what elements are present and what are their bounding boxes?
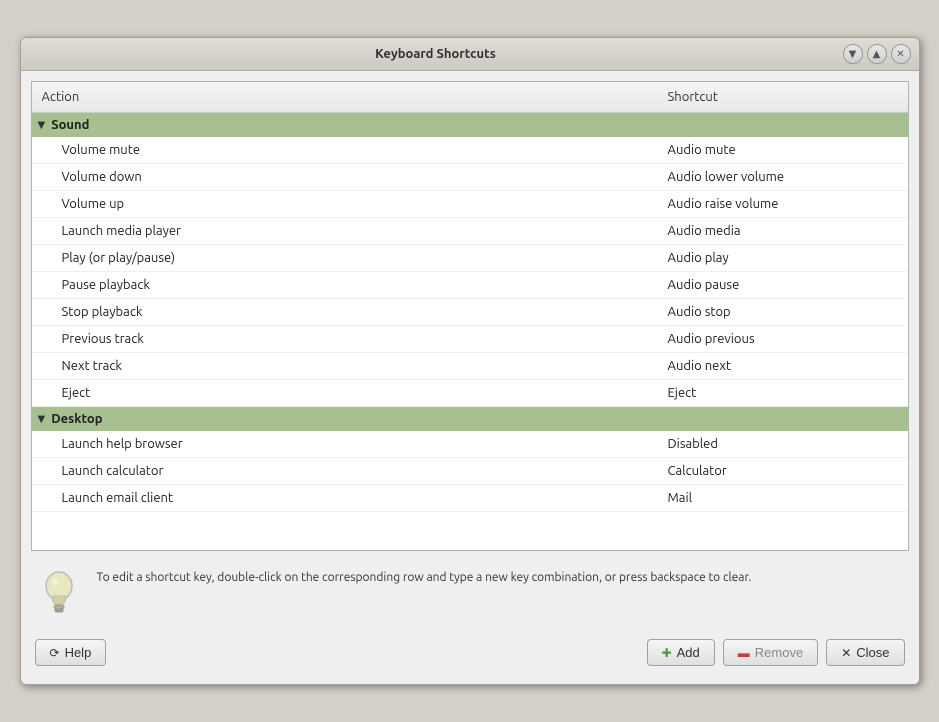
close-window-button[interactable]: ✕ — [891, 44, 911, 64]
action-label: Volume mute — [32, 141, 658, 159]
header-action: Action — [32, 86, 658, 108]
close-label: Close — [856, 645, 889, 660]
shortcut-label: Disabled — [658, 435, 908, 453]
help-label: Help — [65, 645, 92, 660]
info-section: To edit a shortcut key, double-click on … — [31, 561, 909, 625]
shortcut-label: Audio next — [658, 357, 908, 375]
shortcut-label: Audio raise volume — [658, 195, 908, 213]
action-label: Launch email client — [32, 489, 658, 507]
action-label: Play (or play/pause) — [32, 249, 658, 267]
shortcut-label: Audio play — [658, 249, 908, 267]
table-header: Action Shortcut — [32, 82, 908, 113]
remove-button[interactable]: ▬ Remove — [723, 639, 818, 666]
group-desktop[interactable]: ▼ Desktop — [32, 407, 908, 431]
shortcut-label: Mail — [658, 489, 908, 507]
lightbulb-icon — [39, 568, 79, 618]
header-shortcut: Shortcut — [658, 86, 908, 108]
info-text: To edit a shortcut key, double-click on … — [97, 569, 752, 587]
minimize-button[interactable]: ▼ — [843, 44, 863, 64]
table-row[interactable]: Volume down Audio lower volume — [32, 164, 908, 191]
table-row[interactable]: Eject Eject — [32, 380, 908, 407]
add-label: Add — [677, 645, 700, 660]
action-label: Previous track — [32, 330, 658, 348]
shortcut-label: Audio mute — [658, 141, 908, 159]
group-label-desktop: Desktop — [51, 412, 102, 426]
table-row[interactable]: Next track Audio next — [32, 353, 908, 380]
add-button[interactable]: ✚ Add — [647, 639, 715, 666]
close-icon: ✕ — [841, 646, 851, 660]
action-label: Launch calculator — [32, 462, 658, 480]
button-bar: ⟳ Help ✚ Add ▬ Remove ✕ Close — [31, 635, 909, 674]
table-row[interactable]: Launch calculator Calculator — [32, 458, 908, 485]
shortcut-label: Audio media — [658, 222, 908, 240]
table-row[interactable]: Launch help browser Disabled — [32, 431, 908, 458]
group-arrow-desktop: ▼ — [38, 413, 46, 425]
shortcut-label: Audio previous — [658, 330, 908, 348]
remove-icon: ▬ — [738, 646, 750, 660]
table-row[interactable]: Play (or play/pause) Audio play — [32, 245, 908, 272]
action-label: Eject — [32, 384, 658, 402]
table-row[interactable]: Volume up Audio raise volume — [32, 191, 908, 218]
shortcuts-table: Action Shortcut ▼ Sound Volume mute Audi… — [31, 81, 909, 551]
table-row[interactable]: Launch email client Mail — [32, 485, 908, 512]
shortcut-label: Audio pause — [658, 276, 908, 294]
add-icon: ✚ — [662, 646, 672, 660]
action-label: Volume up — [32, 195, 658, 213]
table-body[interactable]: ▼ Sound Volume mute Audio mute Volume do… — [32, 113, 908, 550]
window-title: Keyboard Shortcuts — [29, 47, 843, 61]
titlebar-controls: ▼ ▲ ✕ — [843, 44, 911, 64]
window-content: Action Shortcut ▼ Sound Volume mute Audi… — [21, 71, 919, 684]
help-button[interactable]: ⟳ Help — [35, 639, 107, 666]
help-icon: ⟳ — [50, 646, 60, 660]
table-row[interactable]: Launch media player Audio media — [32, 218, 908, 245]
info-icon-container — [35, 569, 83, 617]
table-row[interactable]: Previous track Audio previous — [32, 326, 908, 353]
table-row[interactable]: Volume mute Audio mute — [32, 137, 908, 164]
action-label: Pause playback — [32, 276, 658, 294]
table-row[interactable]: Pause playback Audio pause — [32, 272, 908, 299]
remove-label: Remove — [755, 645, 803, 660]
shortcut-label: Calculator — [658, 462, 908, 480]
shortcut-label: Eject — [658, 384, 908, 402]
shortcut-label: Audio stop — [658, 303, 908, 321]
action-label: Launch help browser — [32, 435, 658, 453]
titlebar: Keyboard Shortcuts ▼ ▲ ✕ — [21, 38, 919, 71]
action-label: Next track — [32, 357, 658, 375]
table-row[interactable]: Stop playback Audio stop — [32, 299, 908, 326]
group-arrow-sound: ▼ — [38, 119, 46, 131]
action-label: Stop playback — [32, 303, 658, 321]
action-label: Volume down — [32, 168, 658, 186]
restore-button[interactable]: ▲ — [867, 44, 887, 64]
close-button[interactable]: ✕ Close — [826, 639, 904, 666]
group-sound[interactable]: ▼ Sound — [32, 113, 908, 137]
group-label-sound: Sound — [51, 118, 89, 132]
action-label: Launch media player — [32, 222, 658, 240]
keyboard-shortcuts-window: Keyboard Shortcuts ▼ ▲ ✕ Action Shortcut… — [20, 37, 920, 685]
shortcut-label: Audio lower volume — [658, 168, 908, 186]
